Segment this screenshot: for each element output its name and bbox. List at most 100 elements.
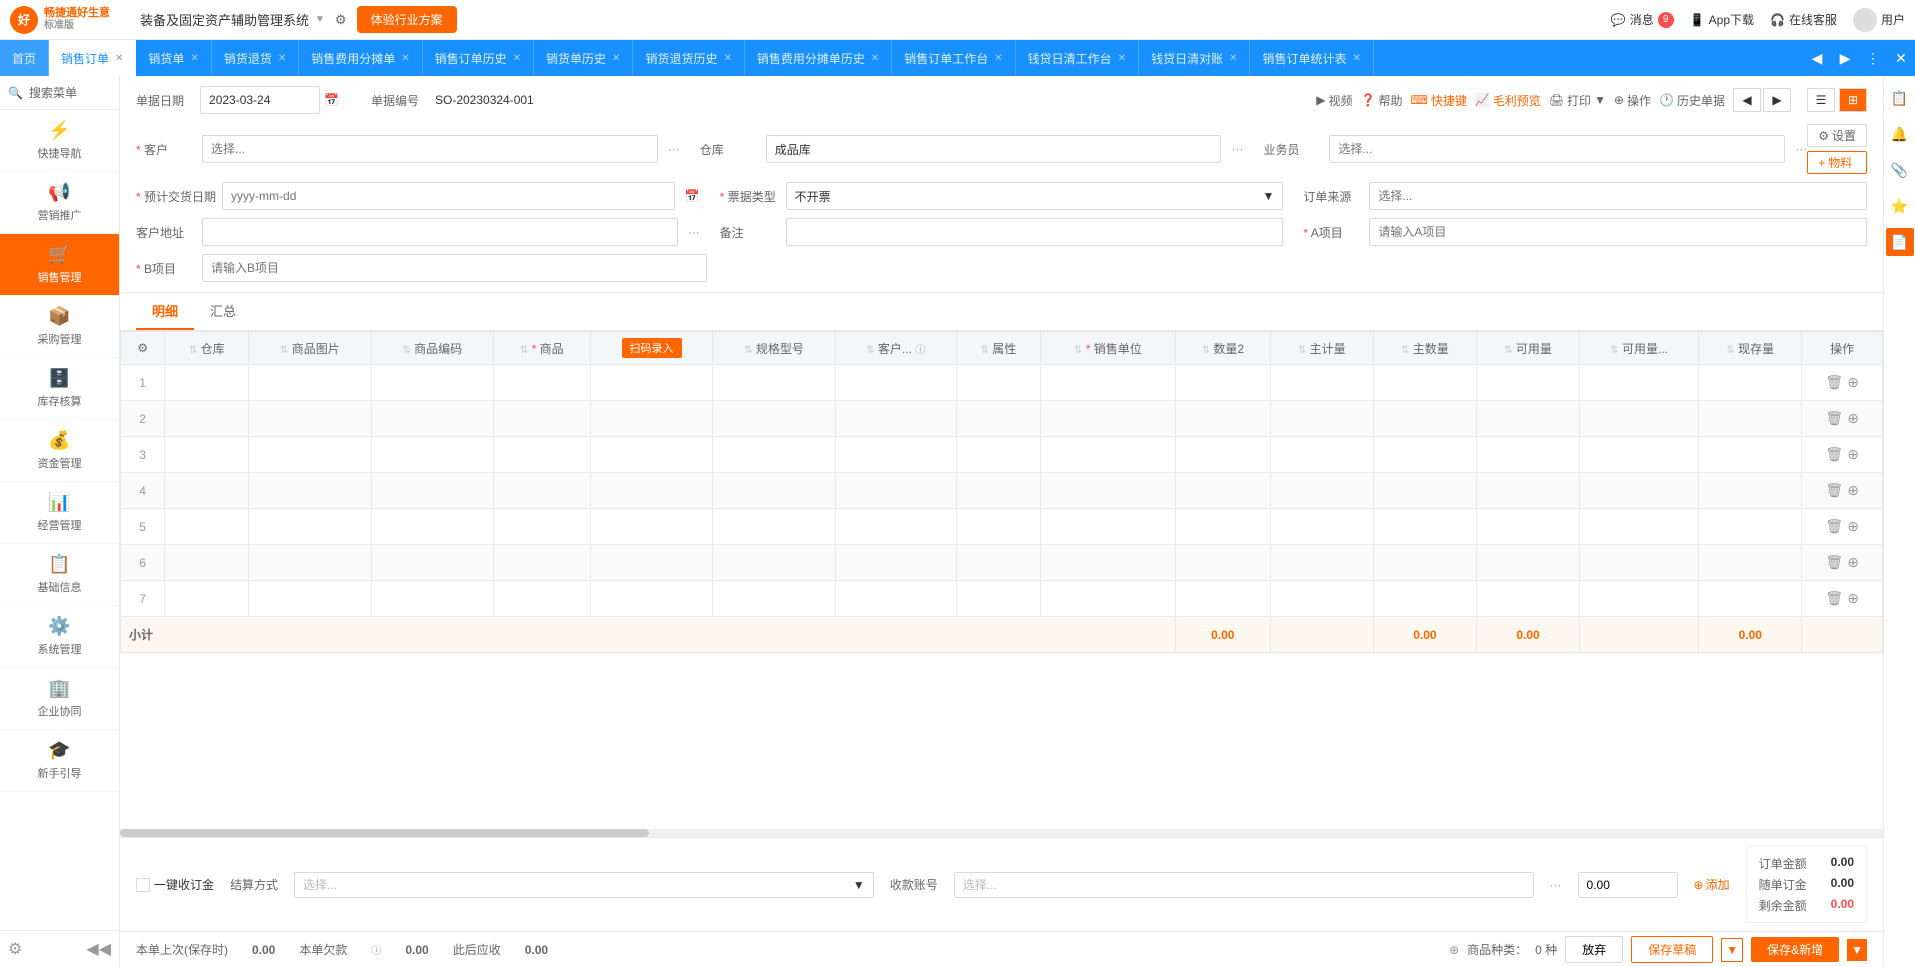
sidebar-item-quick-nav[interactable]: ⚡ 快捷导航 <box>0 110 119 172</box>
add-material-button[interactable]: + 物料 <box>1807 151 1867 174</box>
tab-close-icon[interactable]: ✕ <box>1229 53 1237 64</box>
col-scan[interactable]: 扫码录入 <box>590 332 713 365</box>
add-payment-button[interactable]: ⊕ 添加 <box>1694 876 1730 893</box>
system-dropdown-arrow[interactable]: ▼ <box>315 14 325 25</box>
sidebar-item-purchase[interactable]: 📦 采购管理 <box>0 296 119 358</box>
history-action[interactable]: 🕐 历史单据 <box>1659 92 1725 109</box>
print-action[interactable]: 🖨 打印 ▼ <box>1549 92 1606 109</box>
payment-amount-input[interactable] <box>1578 872 1678 898</box>
date-input[interactable] <box>200 86 320 114</box>
tab-next-button[interactable]: ▶ <box>1831 40 1859 76</box>
invoice-type-select[interactable]: 不开票 ▼ <box>786 182 1284 210</box>
right-panel-icon-5[interactable]: 📄 <box>1886 228 1914 256</box>
copy-icon[interactable]: ⊕ <box>1847 518 1859 535</box>
table-row[interactable]: 3 🗑 ⊕ <box>121 437 1883 473</box>
customer-address-input[interactable] <box>202 218 678 246</box>
table-row[interactable]: 5 🗑 ⊕ <box>121 509 1883 545</box>
tab-close-icon[interactable]: ✕ <box>994 53 1002 64</box>
tab-return-history[interactable]: 销货退货历史 ✕ <box>633 40 744 76</box>
col-main-unit[interactable]: ⇅ 主计量 <box>1270 332 1373 365</box>
table-row[interactable]: 7 🗑 ⊕ <box>121 581 1883 617</box>
nav-prev-icon[interactable]: ◀ <box>1733 88 1761 112</box>
col-warehouse[interactable]: ⇅ 仓库 <box>165 332 249 365</box>
col-unit[interactable]: ⇅ * 销售单位 <box>1040 332 1175 365</box>
settings-button[interactable]: ⚙ 设置 <box>1807 124 1867 147</box>
tab-detail[interactable]: 明细 <box>136 293 194 330</box>
sidebar-item-system[interactable]: ⚙️ 系统管理 <box>0 606 119 668</box>
tab-sales-fee[interactable]: 销售费用分摊单 ✕ <box>299 40 422 76</box>
sidebar-search[interactable]: 🔍 搜索菜单 <box>0 76 119 110</box>
tab-close-icon[interactable]: ✕ <box>115 53 123 64</box>
delete-icon[interactable]: 🗑 <box>1825 410 1843 427</box>
col-spec[interactable]: ⇅ 规格型号 <box>713 332 835 365</box>
delete-icon[interactable]: 🗑 <box>1825 446 1843 463</box>
salesperson-input[interactable] <box>1329 135 1785 163</box>
save-new-button[interactable]: 保存&新增 <box>1751 937 1839 962</box>
tab-daily-clear[interactable]: 钱贷日清工作台 ✕ <box>1016 40 1139 76</box>
tab-prev-button[interactable]: ◀ <box>1803 40 1831 76</box>
right-panel-icon-2[interactable]: 🔔 <box>1886 120 1914 148</box>
salesperson-dots[interactable]: ··· <box>1795 142 1807 156</box>
right-panel-icon-1[interactable]: 📋 <box>1886 84 1914 112</box>
table-row[interactable]: 4 🗑 ⊕ <box>121 473 1883 509</box>
profit-action[interactable]: 📈 毛利预览 <box>1475 92 1541 109</box>
sidebar-item-operations[interactable]: 📊 经营管理 <box>0 482 119 544</box>
sidebar-item-basic[interactable]: 📋 基础信息 <box>0 544 119 606</box>
sidebar-item-enterprise[interactable]: 🏢 企业协同 <box>0 668 119 730</box>
delivery-calendar-icon[interactable]: 📅 <box>685 189 700 203</box>
sidebar-settings-icon[interactable]: ⚙ <box>8 939 22 959</box>
col-customer-code[interactable]: ⇅ 客户... ⓘ <box>835 332 956 365</box>
tab-daily-reconcile[interactable]: 钱贷日清对账 ✕ <box>1139 40 1250 76</box>
sidebar-collapse-icon[interactable]: ◀◀ <box>86 939 111 959</box>
tab-sales-stats[interactable]: 销售订单统计表 ✕ <box>1250 40 1373 76</box>
tab-close-icon[interactable]: ✕ <box>190 53 198 64</box>
col-main-qty[interactable]: ⇅ 主数量 <box>1373 332 1476 365</box>
copy-icon[interactable]: ⊕ <box>1847 590 1859 607</box>
tab-fee-history[interactable]: 销售费用分摊单历史 ✕ <box>745 40 892 76</box>
app-download-button[interactable]: 📱 App下载 <box>1690 11 1754 28</box>
right-panel-icon-3[interactable]: 📎 <box>1886 156 1914 184</box>
tab-close-icon[interactable]: ✕ <box>612 53 620 64</box>
industry-solution-button[interactable]: 体验行业方案 <box>357 6 457 33</box>
sidebar-item-guide[interactable]: 🎓 新手引导 <box>0 730 119 792</box>
a-project-input[interactable] <box>1369 218 1867 246</box>
print-dropdown-icon[interactable]: ▼ <box>1594 93 1606 107</box>
col-available[interactable]: ⇅ 可用量 <box>1476 332 1579 365</box>
col-available2[interactable]: ⇅ 可用量... <box>1580 332 1699 365</box>
tab-close-icon[interactable]: ✕ <box>278 53 286 64</box>
tab-sales-order[interactable]: 销售订单 ✕ <box>49 40 136 76</box>
user-menu[interactable]: 用户 <box>1853 8 1905 32</box>
save-new-arrow[interactable]: ▼ <box>1847 939 1867 961</box>
col-setting-icon[interactable]: ⚙ <box>137 341 148 355</box>
copy-icon[interactable]: ⊕ <box>1847 554 1859 571</box>
tab-more-button[interactable]: ⋮ <box>1859 40 1887 76</box>
payment-dots[interactable]: ··· <box>1550 878 1562 892</box>
order-source-input[interactable] <box>1369 182 1867 210</box>
col-attr[interactable]: ⇅ 属性 <box>956 332 1040 365</box>
customer-input[interactable] <box>202 135 658 163</box>
warehouse-select[interactable]: 成品库 <box>766 135 1222 163</box>
calendar-icon[interactable]: 📅 <box>324 93 339 107</box>
col-code[interactable]: ⇅ 商品编码 <box>371 332 493 365</box>
account-select[interactable]: 选择... <box>954 872 1534 898</box>
view-action[interactable]: ▶ 视频 <box>1316 92 1352 109</box>
tab-home[interactable]: 首页 <box>0 40 49 76</box>
table-row[interactable]: 6 🗑 ⊕ <box>121 545 1883 581</box>
system-settings-icon[interactable]: ⚙ <box>331 8 351 32</box>
scan-button[interactable]: 扫码录入 <box>622 338 682 358</box>
payment-method-select[interactable]: 选择... ▼ <box>294 872 874 898</box>
customer-dots[interactable]: ··· <box>668 142 680 156</box>
col-current[interactable]: ⇅ 现存量 <box>1699 332 1802 365</box>
delivery-date-input[interactable] <box>222 182 675 210</box>
horizontal-scrollbar[interactable] <box>120 829 649 837</box>
tab-goods-history[interactable]: 销货单历史 ✕ <box>534 40 633 76</box>
col-product[interactable]: ⇅ * 商品 <box>493 332 590 365</box>
b-project-input[interactable] <box>202 254 707 282</box>
tab-close-icon[interactable]: ✕ <box>1118 53 1126 64</box>
sidebar-item-inventory[interactable]: 🗄️ 库存核算 <box>0 358 119 420</box>
copy-icon[interactable]: ⊕ <box>1847 482 1859 499</box>
one-click-payment-checkbox[interactable]: 一键收订金 <box>136 876 214 893</box>
message-button[interactable]: 💬 消息 9 <box>1611 11 1674 28</box>
delete-icon[interactable]: 🗑 <box>1825 554 1843 571</box>
copy-icon[interactable]: ⊕ <box>1847 374 1859 391</box>
